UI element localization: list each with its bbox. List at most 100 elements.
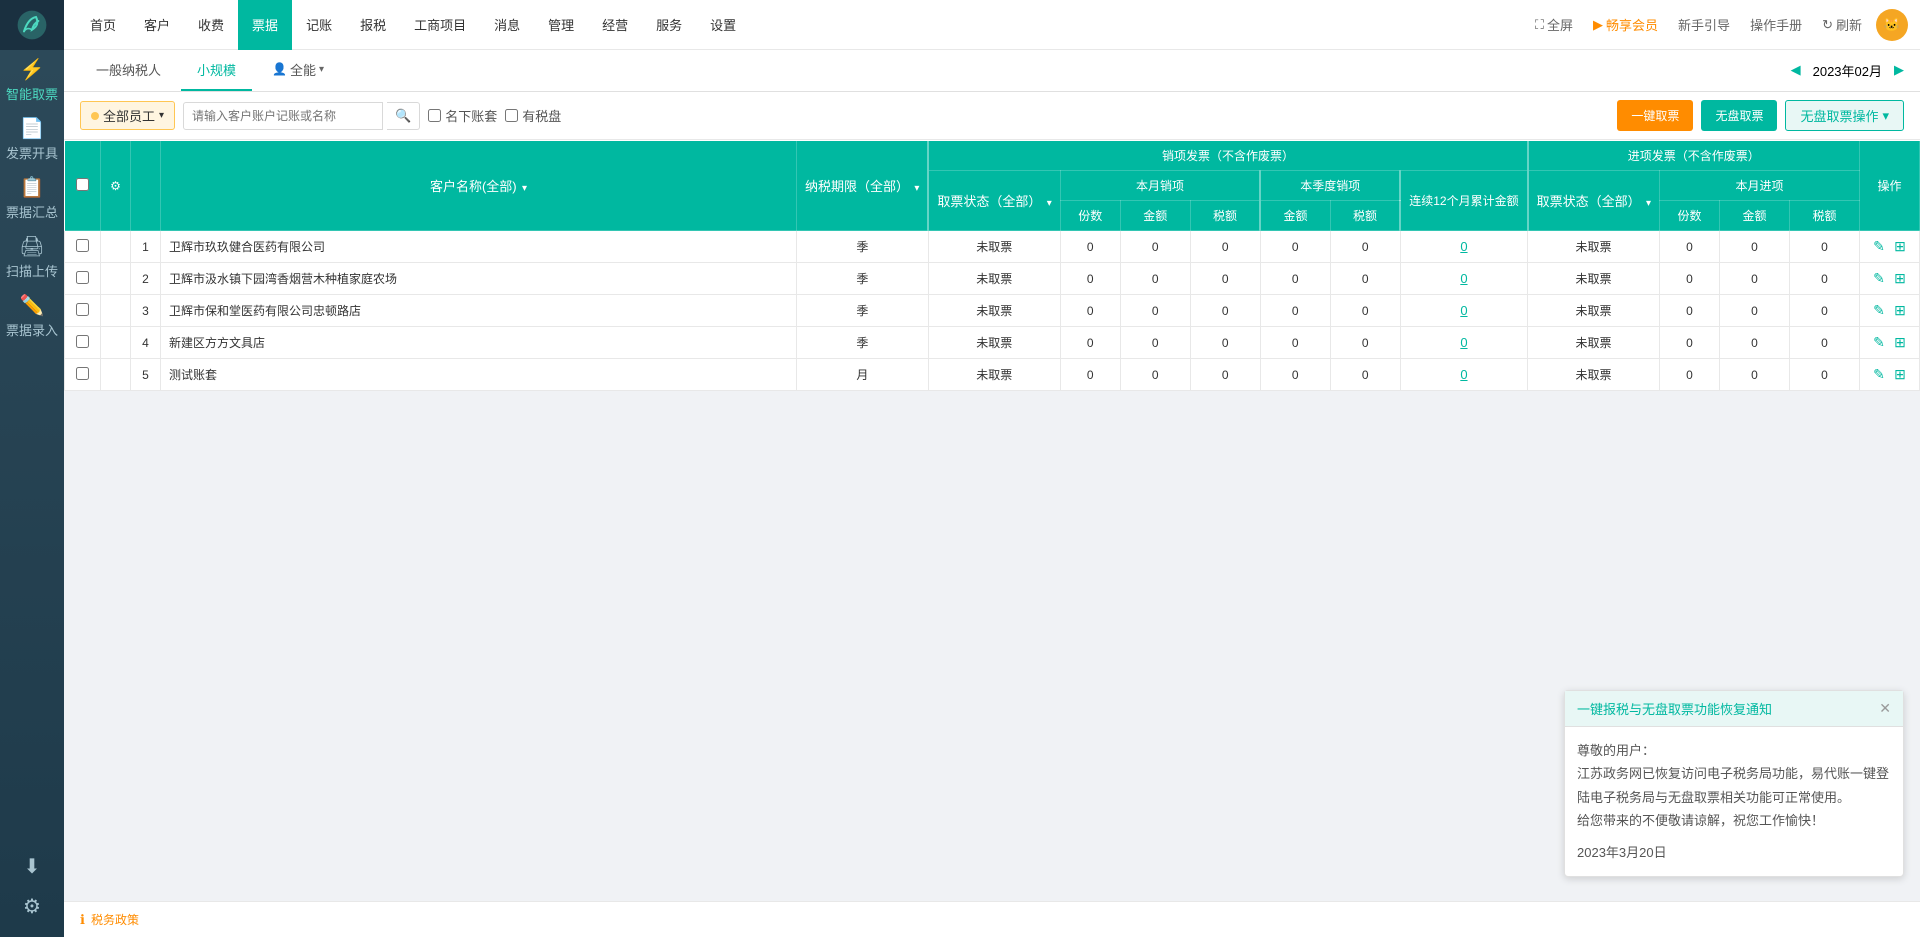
nav-customer[interactable]: 客户 xyxy=(130,0,184,50)
nav-message[interactable]: 消息 xyxy=(480,0,534,50)
search-button[interactable]: 🔍 xyxy=(387,102,420,130)
th-settings[interactable]: ⚙ xyxy=(101,141,131,231)
checkbox-taxdisk-text: 有税盘 xyxy=(522,106,561,125)
nav-bookkeeping[interactable]: 记账 xyxy=(292,0,346,50)
sidebar-item-settings-bottom[interactable]: ⚙ xyxy=(0,887,64,927)
refresh-btn[interactable]: ↻ 刷新 xyxy=(1816,11,1868,38)
no-disk-fetch-btn[interactable]: 无盘取票 xyxy=(1701,100,1777,131)
row-view-btn-0[interactable]: ⊞ xyxy=(1891,238,1909,254)
row-checkbox-4[interactable] xyxy=(65,359,101,391)
nav-settings[interactable]: 设置 xyxy=(696,0,750,50)
th-purchase-status-filter[interactable]: ▾ xyxy=(1646,198,1651,209)
prev-month-btn[interactable]: ◀ xyxy=(1791,62,1801,78)
row-view-btn-2[interactable]: ⊞ xyxy=(1891,302,1909,318)
row-sq-amount-0: 0 xyxy=(1260,231,1330,263)
one-click-fetch-btn[interactable]: 一键取票 xyxy=(1617,100,1693,131)
row-purchase-status-2: 未取票 xyxy=(1528,295,1660,327)
manual-btn[interactable]: 操作手册 xyxy=(1744,11,1808,38)
row-sales-status-4: 未取票 xyxy=(928,359,1060,391)
fullscreen-btn[interactable]: ⛶ 全屏 xyxy=(1529,11,1579,38)
row-checkbox-0[interactable] xyxy=(65,231,101,263)
sidebar-item-invoice-summary[interactable]: 📋 票据汇总 xyxy=(0,168,64,227)
nav-home[interactable]: 首页 xyxy=(76,0,130,50)
row-edit-btn-1[interactable]: ✎ xyxy=(1870,270,1888,286)
th-tax-period-filter-icon[interactable]: ▾ xyxy=(914,183,919,194)
member-btn[interactable]: ▶ 畅享会员 xyxy=(1587,11,1664,38)
tax-policy-link[interactable]: 税务政策 xyxy=(91,911,139,928)
row-sales-status-3: 未取票 xyxy=(928,327,1060,359)
row-action-icon-4 xyxy=(101,359,131,391)
sidebar-item-smart-fetch[interactable]: ⚡ 智能取票 xyxy=(0,50,64,109)
row-sm-tax-3: 0 xyxy=(1190,327,1260,359)
row-checkbox-1[interactable] xyxy=(65,263,101,295)
th-purchase-status-label: 取票状态（全部） xyxy=(1537,194,1641,209)
row-s12-link-4[interactable]: 0 xyxy=(1460,367,1467,382)
table-row: 4 新建区方方文具店 季 未取票 0 0 0 0 0 0 未取票 0 0 0 ✎… xyxy=(65,327,1920,359)
th-checkbox[interactable] xyxy=(65,141,101,231)
th-sales-status[interactable]: 取票状态（全部） ▾ xyxy=(928,171,1060,231)
row-pm-amount-3: 0 xyxy=(1720,327,1790,359)
row-view-btn-1[interactable]: ⊞ xyxy=(1891,270,1909,286)
nav-industry[interactable]: 工商项目 xyxy=(400,0,480,50)
sidebar-item-scan-upload[interactable]: 🖨 扫描上传 xyxy=(0,227,64,286)
nav-services[interactable]: 服务 xyxy=(642,0,696,50)
row-edit-btn-4[interactable]: ✎ xyxy=(1870,366,1888,382)
subtab-all[interactable]: 👤 全能 ▾ xyxy=(256,49,340,91)
notif-close-btn[interactable]: ✕ xyxy=(1879,700,1891,717)
checkbox-taxdisk[interactable] xyxy=(505,109,518,122)
th-tax-period[interactable]: 纳税期限（全部） ▾ xyxy=(796,141,928,231)
sidebar-item-scan-upload-label: 扫描上传 xyxy=(6,261,58,280)
row-cb-4[interactable] xyxy=(76,367,89,380)
th-sales-status-filter[interactable]: ▾ xyxy=(1047,198,1052,209)
th-name[interactable]: 客户名称(全部) ▾ xyxy=(161,141,797,231)
nav-billing[interactable]: 收费 xyxy=(184,0,238,50)
th-pm-amount: 金额 xyxy=(1720,201,1790,231)
row-checkbox-2[interactable] xyxy=(65,295,101,327)
row-edit-btn-0[interactable]: ✎ xyxy=(1870,238,1888,254)
th-purchase-status[interactable]: 取票状态（全部） ▾ xyxy=(1528,171,1660,231)
row-cb-3[interactable] xyxy=(76,335,89,348)
row-edit-btn-2[interactable]: ✎ xyxy=(1870,302,1888,318)
nav-tax[interactable]: 报税 xyxy=(346,0,400,50)
subtab-small[interactable]: 小规模 xyxy=(181,49,252,91)
row-pm-count-3: 0 xyxy=(1660,327,1720,359)
row-view-btn-3[interactable]: ⊞ xyxy=(1891,334,1909,350)
row-cb-1[interactable] xyxy=(76,271,89,284)
row-sm-amount-4: 0 xyxy=(1120,359,1190,391)
new-guide-btn[interactable]: 新手引导 xyxy=(1672,11,1736,38)
next-month-btn[interactable]: ▶ xyxy=(1894,62,1904,78)
search-input[interactable] xyxy=(183,102,383,130)
subtab-all-icon: 👤 xyxy=(272,62,287,76)
sidebar-item-issue-invoice-label: 发票开具 xyxy=(6,143,58,162)
no-disk-ops-btn[interactable]: 无盘取票操作 ▾ xyxy=(1785,100,1904,131)
row-cb-0[interactable] xyxy=(76,239,89,252)
nav-operations[interactable]: 经营 xyxy=(588,0,642,50)
row-s12-link-2[interactable]: 0 xyxy=(1460,303,1467,318)
info-icon: ℹ xyxy=(80,912,85,928)
row-edit-btn-3[interactable]: ✎ xyxy=(1870,334,1888,350)
row-view-btn-4[interactable]: ⊞ xyxy=(1891,366,1909,382)
subtab-general[interactable]: 一般纳税人 xyxy=(80,49,177,91)
checkbox-taxdisk-label[interactable]: 有税盘 xyxy=(505,106,561,125)
row-cb-2[interactable] xyxy=(76,303,89,316)
sidebar-item-invoice-entry[interactable]: ✏️ 票据录入 xyxy=(0,286,64,345)
subtabs: 一般纳税人 小规模 👤 全能 ▾ ◀ 2023年02月 ▶ xyxy=(64,50,1920,92)
row-s12-link-0[interactable]: 0 xyxy=(1460,239,1467,254)
employee-filter[interactable]: 全部员工 ▾ xyxy=(80,101,175,130)
main-table: ⚙ 客户名称(全部) ▾ 纳税期限（全部） ▾ 销项发票（不含作废票） 进项发票… xyxy=(64,140,1920,391)
sidebar-item-issue-invoice[interactable]: 📄 发票开具 xyxy=(0,109,64,168)
nav-invoice[interactable]: 票据 xyxy=(238,0,292,50)
row-s12-link-1[interactable]: 0 xyxy=(1460,271,1467,286)
row-s12-link-3[interactable]: 0 xyxy=(1460,335,1467,350)
nav-management[interactable]: 管理 xyxy=(534,0,588,50)
row-no-2: 3 xyxy=(131,295,161,327)
checkbox-account[interactable] xyxy=(428,109,441,122)
row-sm-tax-1: 0 xyxy=(1190,263,1260,295)
select-all-checkbox[interactable] xyxy=(76,178,89,191)
th-name-filter-icon[interactable]: ▾ xyxy=(522,183,527,194)
row-checkbox-3[interactable] xyxy=(65,327,101,359)
sidebar-item-download[interactable]: ⬇ xyxy=(0,847,64,887)
row-name-3: 新建区方方文具店 xyxy=(161,327,797,359)
avatar[interactable]: 🐱 xyxy=(1876,9,1908,41)
checkbox-account-label[interactable]: 名下账套 xyxy=(428,106,497,125)
